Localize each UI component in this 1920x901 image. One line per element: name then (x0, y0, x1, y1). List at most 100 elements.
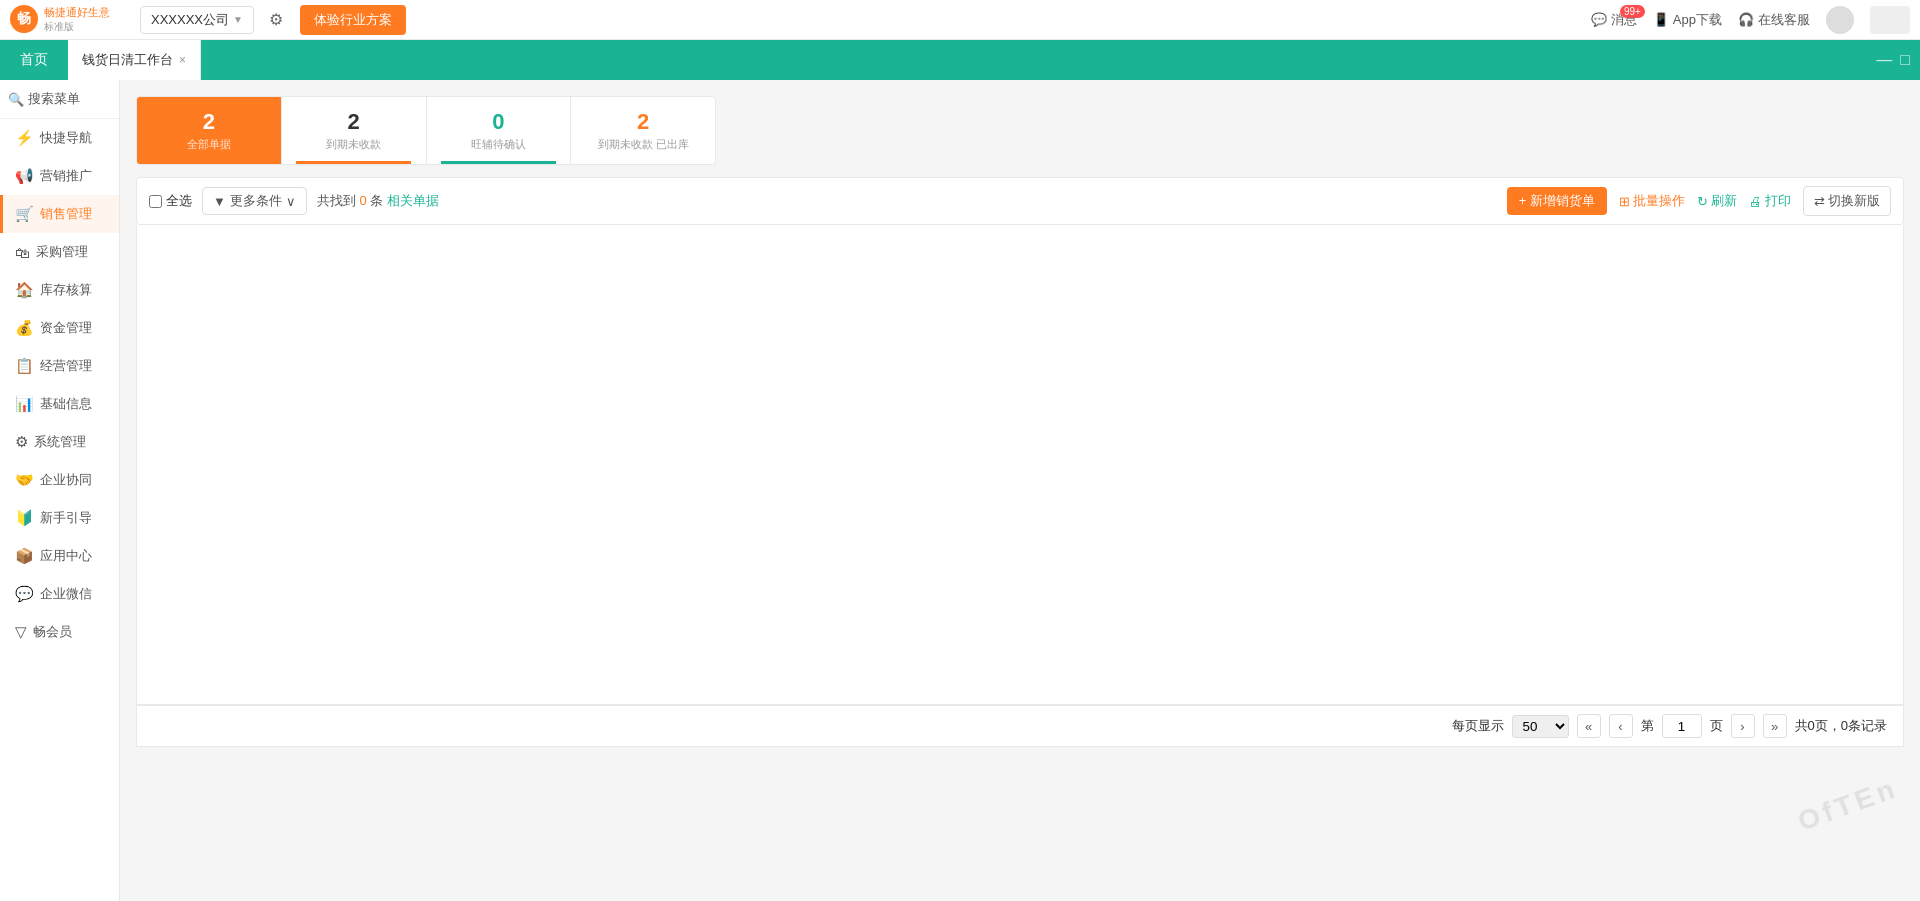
stats-tabs: 2 全部单据 2 到期未收款 0 旺辅待确认 2 到期未收款 已出库 (136, 96, 716, 165)
sidebar-icon-sales: 🛒 (15, 205, 34, 223)
batch-icon: ⊞ (1619, 194, 1630, 209)
sidebar-icon-member: ▽ (15, 623, 27, 641)
switch-label: 切换新版 (1828, 192, 1880, 210)
sidebar-label-inventory: 库存核算 (40, 281, 92, 299)
more-conditions-btn[interactable]: ▼ 更多条件 ∨ (202, 187, 307, 215)
settings-icon[interactable]: ⚙ (262, 6, 290, 34)
user-info[interactable] (1870, 6, 1910, 34)
sidebar-item-app-center[interactable]: 📦应用中心 (0, 537, 119, 575)
sidebar-item-member[interactable]: ▽ 畅会员 (0, 613, 119, 651)
select-all-checkbox[interactable]: 全选 (149, 192, 192, 210)
prev-page-btn[interactable]: ‹ (1609, 714, 1633, 738)
sidebar-icon-system: ⚙ (15, 433, 28, 451)
sidebar-item-operations[interactable]: 📋经营管理 (0, 347, 119, 385)
stats-tab-wangpu-confirm[interactable]: 0 旺辅待确认 (427, 97, 572, 164)
switch-icon: ⇄ (1814, 194, 1825, 209)
logo-icon: 畅 (10, 5, 38, 33)
refresh-btn[interactable]: ↻ 刷新 (1697, 192, 1737, 210)
refresh-label: 刷新 (1711, 192, 1737, 210)
sidebar-item-quick-nav[interactable]: ⚡ 快捷导航 (0, 119, 119, 157)
sidebar-search[interactable]: 🔍 搜索菜单 (0, 80, 119, 119)
filter-icon: ▼ (213, 194, 226, 209)
tab-underline (296, 161, 411, 164)
stats-tab-overdue-unshipped[interactable]: 2 到期未收款 已出库 (571, 97, 715, 164)
search-label: 搜索菜单 (28, 90, 80, 108)
tab-bar: 首页 钱货日清工作台 × — □ (0, 40, 1920, 80)
select-all-input[interactable] (149, 195, 162, 208)
batch-ops-btn[interactable]: ⊞ 批量操作 (1619, 192, 1685, 210)
refresh-icon: ↻ (1697, 194, 1708, 209)
sidebar-item-system[interactable]: ⚙ 系统管理 (0, 423, 119, 461)
tab-current[interactable]: 钱货日清工作台 × (68, 40, 201, 80)
sidebar-icon-wechat: 💬 (15, 585, 34, 603)
sidebar-item-enterprise[interactable]: 🤝企业协同 (0, 461, 119, 499)
sidebar-label-marketing: 营销推广 (40, 167, 92, 185)
sidebar-icon-finance: 💰 (15, 319, 34, 337)
sidebar-item-guide[interactable]: 🔰新手引导 (0, 499, 119, 537)
company-selector[interactable]: XXXXXX公司 ▼ (140, 6, 254, 34)
stats-num: 2 (145, 109, 273, 135)
last-page-btn[interactable]: » (1763, 714, 1787, 738)
stats-num: 2 (579, 109, 707, 135)
avatar[interactable] (1826, 6, 1854, 34)
page-input[interactable] (1662, 714, 1702, 738)
stats-num: 0 (435, 109, 563, 135)
main-content: 2 全部单据 2 到期未收款 0 旺辅待确认 2 到期未收款 已出库 全选 ▼ … (120, 80, 1920, 901)
maximize-icon[interactable]: □ (1900, 51, 1910, 69)
sidebar-label-quick-nav: 快捷导航 (40, 129, 92, 147)
app-download-label: App下载 (1673, 11, 1722, 29)
tab-close-icon[interactable]: × (179, 53, 186, 67)
total-records: 共0页，0条记录 (1795, 717, 1887, 735)
stats-tab-overdue-unpaid[interactable]: 2 到期未收款 (282, 97, 427, 164)
messages-badge: 99+ (1620, 5, 1645, 18)
toolbar-left: 全选 ▼ 更多条件 ∨ 共找到 0 条 相关单据 (149, 187, 439, 215)
online-service-label: 在线客服 (1758, 11, 1810, 29)
sidebar-label-wechat: 企业微信 (40, 585, 92, 603)
found-text: 共找到 0 条 相关单据 (317, 192, 439, 210)
sidebar-item-purchase[interactable]: 🛍采购管理 (0, 233, 119, 271)
stats-num: 2 (290, 109, 418, 135)
toolbar: 全选 ▼ 更多条件 ∨ 共找到 0 条 相关单据 + 新增销货单 ⊞ 批量操作 … (136, 177, 1904, 225)
print-label: 打印 (1765, 192, 1791, 210)
toolbar-right: + 新增销货单 ⊞ 批量操作 ↻ 刷新 🖨 打印 ⇄ 切换新版 (1507, 186, 1891, 216)
sidebar-item-sales[interactable]: 🛒销售管理 (0, 195, 119, 233)
sidebar-item-marketing[interactable]: 📢 营销推广 (0, 157, 119, 195)
tab-home[interactable]: 首页 (0, 40, 68, 80)
sidebar-item-inventory[interactable]: 🏠库存核算 (0, 271, 119, 309)
logo-sub: 标准版 (44, 20, 110, 34)
content-area (136, 225, 1904, 705)
search-icon: 🔍 (8, 92, 24, 107)
batch-label: 批量操作 (1633, 192, 1685, 210)
pagination: 每页显示 2050100 « ‹ 第 页 › » 共0页，0条记录 (136, 705, 1904, 747)
trial-btn[interactable]: 体验行业方案 (300, 5, 406, 35)
related-docs-link[interactable]: 相关单据 (387, 193, 439, 208)
sidebar-icon-marketing: 📢 (15, 167, 34, 185)
online-service-btn[interactable]: 🎧 在线客服 (1738, 11, 1810, 29)
add-sales-order-btn[interactable]: + 新增销货单 (1507, 187, 1607, 215)
print-btn[interactable]: 🖨 打印 (1749, 192, 1791, 210)
first-page-btn[interactable]: « (1577, 714, 1601, 738)
chevron-icon: ∨ (286, 194, 296, 209)
sidebar-item-finance[interactable]: 💰 资金管理 (0, 309, 119, 347)
stats-tab-all[interactable]: 2 全部单据 (137, 97, 282, 164)
messages-btn[interactable]: 💬 消息 99+ (1591, 11, 1637, 29)
sidebar-label-system: 系统管理 (34, 433, 86, 451)
tab-bar-actions: — □ (1876, 51, 1920, 69)
sidebar-item-wechat[interactable]: 💬 企业微信 (0, 575, 119, 613)
found-count: 0 (360, 193, 367, 208)
sidebar-label-finance: 资金管理 (40, 319, 92, 337)
stats-label: 全部单据 (145, 137, 273, 152)
page-suffix: 页 (1710, 717, 1723, 735)
sidebar-icon-operations: 📋 (15, 357, 34, 375)
per-page-select[interactable]: 2050100 (1512, 715, 1569, 738)
sidebar-icon-quick-nav: ⚡ (15, 129, 34, 147)
sidebar-item-base-info[interactable]: 📊基础信息 (0, 385, 119, 423)
switch-version-btn[interactable]: ⇄ 切换新版 (1803, 186, 1891, 216)
sidebar-label-purchase: 采购管理 (36, 243, 88, 261)
minimize-icon[interactable]: — (1876, 51, 1892, 69)
sidebar-label-member: 畅会员 (33, 623, 72, 641)
chevron-down-icon: ▼ (233, 14, 243, 25)
app-download-btn[interactable]: 📱 App下载 (1653, 11, 1722, 29)
next-page-btn[interactable]: › (1731, 714, 1755, 738)
sidebar: 🔍 搜索菜单 ⚡ 快捷导航 📢 营销推广 🛒销售管理🛍采购管理🏠库存核算 💰 资金管理 📋经营… (0, 80, 120, 901)
